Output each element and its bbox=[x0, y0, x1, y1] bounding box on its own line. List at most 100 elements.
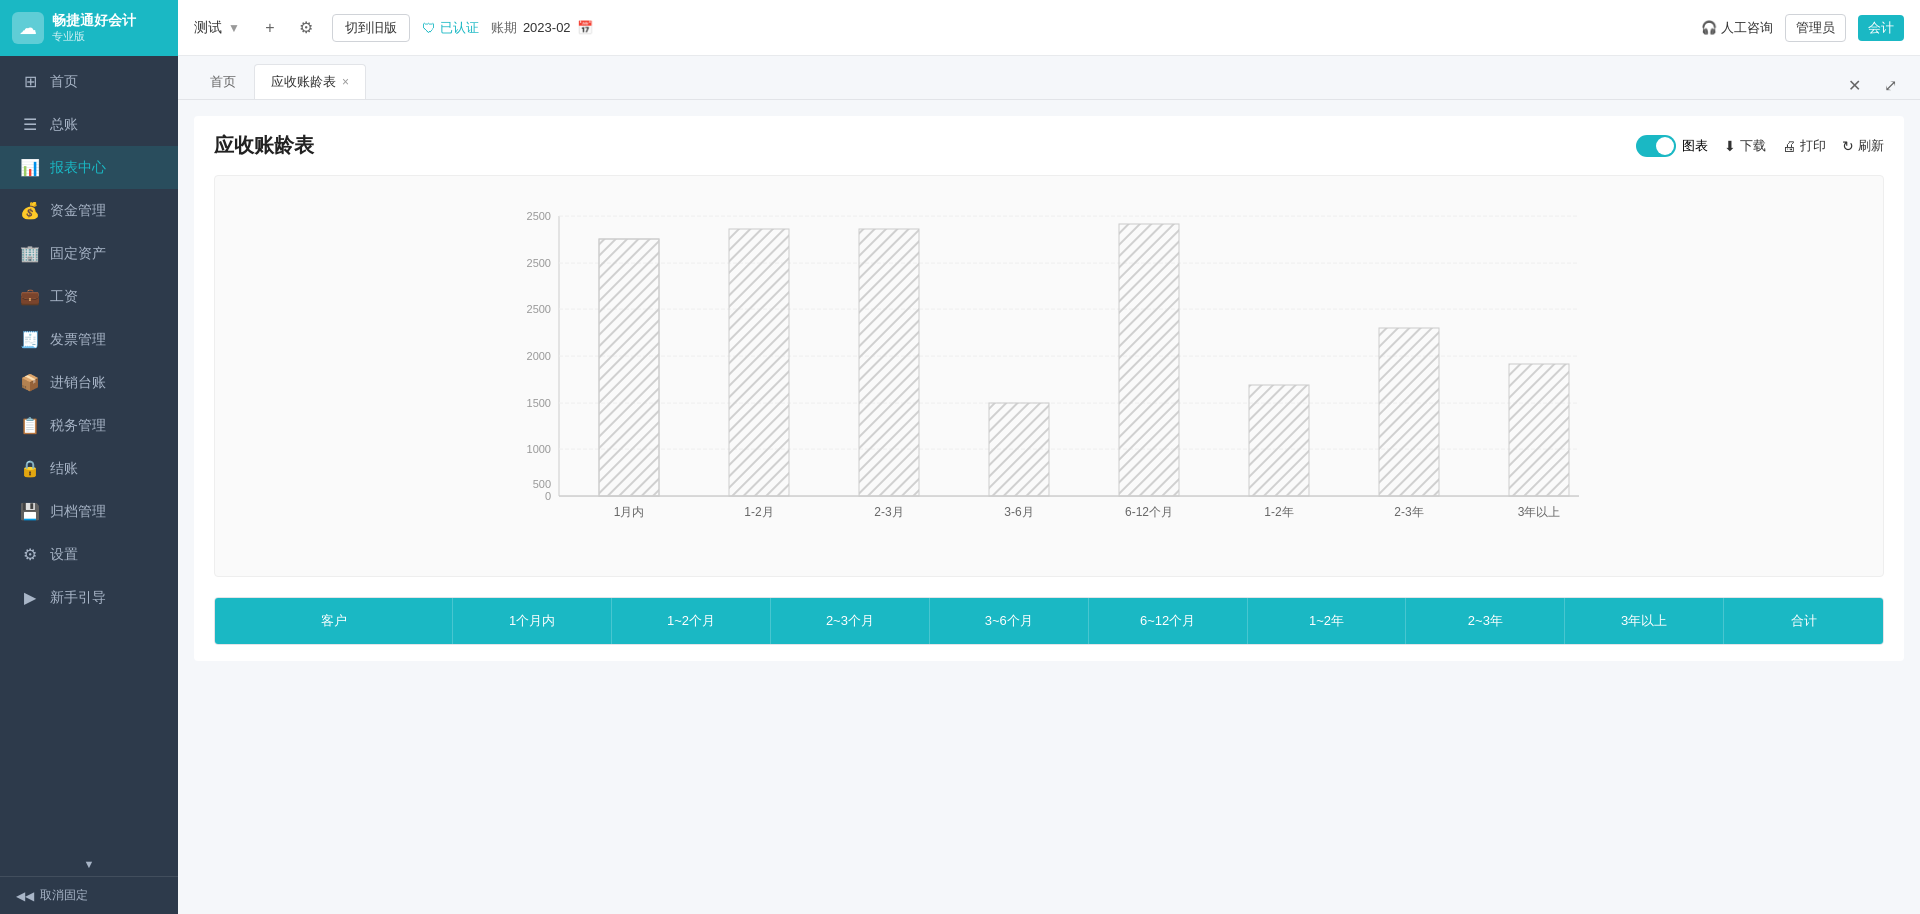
period-label: 账期 bbox=[491, 19, 517, 37]
bar-12year-rect bbox=[1249, 385, 1309, 496]
table-area: 客户 1个月内 1~2个月 2~3个月 3~6个月 6~12个月 1~2年 2~… bbox=[214, 597, 1884, 645]
download-icon: ⬇ bbox=[1724, 138, 1736, 154]
svg-text:2-3年: 2-3年 bbox=[1394, 505, 1423, 519]
sidebar: ☁ 畅捷通好会计 专业版 ⊞ 首页 ☰ 总账 📊 报表中心 💰 资金管理 🏢 固… bbox=[0, 0, 178, 914]
switch-old-version-button[interactable]: 切到旧版 bbox=[332, 14, 410, 42]
sidebar-item-label: 进销台账 bbox=[50, 374, 106, 392]
sidebar-scroll-down[interactable]: ▼ bbox=[0, 852, 178, 876]
chart-area: 2500 2500 2500 2000 1500 1000 500 0 bbox=[214, 175, 1884, 577]
period-selector[interactable]: 账期 2023-02 📅 bbox=[491, 19, 593, 37]
funds-icon: 💰 bbox=[20, 201, 40, 220]
sidebar-item-label: 首页 bbox=[50, 73, 78, 91]
svg-text:500: 500 bbox=[533, 478, 551, 490]
sidebar-nav: ⊞ 首页 ☰ 总账 📊 报表中心 💰 资金管理 🏢 固定资产 💼 工资 🧾 发票… bbox=[0, 56, 178, 852]
sidebar-item-label: 新手引导 bbox=[50, 589, 106, 607]
sidebar-item-archive[interactable]: 💾 归档管理 bbox=[0, 490, 178, 533]
consult-button[interactable]: 🎧 人工咨询 bbox=[1701, 19, 1773, 37]
sidebar-item-guide[interactable]: ▶ 新手引导 bbox=[0, 576, 178, 619]
sidebar-item-funds[interactable]: 💰 资金管理 bbox=[0, 189, 178, 232]
report-container: 应收账龄表 图表 ⬇ 下载 🖨 打印 ↻ bbox=[194, 116, 1904, 661]
add-button[interactable]: + bbox=[256, 14, 284, 42]
svg-text:6-12个月: 6-12个月 bbox=[1125, 505, 1173, 519]
print-label: 打印 bbox=[1800, 137, 1826, 155]
svg-text:1-2年: 1-2年 bbox=[1264, 505, 1293, 519]
sidebar-item-reports[interactable]: 📊 报表中心 bbox=[0, 146, 178, 189]
shield-icon: 🛡 bbox=[422, 20, 436, 36]
col-612month: 6~12个月 bbox=[1089, 598, 1248, 644]
col-customer: 客户 bbox=[215, 598, 453, 644]
cert-badge: 🛡 已认证 bbox=[422, 19, 479, 37]
svg-text:2000: 2000 bbox=[527, 350, 551, 362]
sidebar-item-label: 结账 bbox=[50, 460, 78, 478]
svg-text:1月内: 1月内 bbox=[614, 505, 645, 519]
wages-icon: 💼 bbox=[20, 287, 40, 306]
bar-23month-rect bbox=[859, 229, 919, 496]
tab-home[interactable]: 首页 bbox=[194, 65, 252, 99]
sidebar-item-ledger[interactable]: ☰ 总账 bbox=[0, 103, 178, 146]
sidebar-item-label: 工资 bbox=[50, 288, 78, 306]
col-12year: 1~2年 bbox=[1248, 598, 1407, 644]
sidebar-item-home[interactable]: ⊞ 首页 bbox=[0, 60, 178, 103]
svg-text:0: 0 bbox=[545, 490, 551, 502]
main-area: 测试 ▼ + ⚙ 切到旧版 🛡 已认证 账期 2023-02 📅 🎧 人工咨询 … bbox=[178, 0, 1920, 914]
table-header: 客户 1个月内 1~2个月 2~3个月 3~6个月 6~12个月 1~2年 2~… bbox=[215, 598, 1883, 644]
sidebar-item-wages[interactable]: 💼 工资 bbox=[0, 275, 178, 318]
svg-text:2500: 2500 bbox=[527, 257, 551, 269]
sidebar-item-settings[interactable]: ⚙ 设置 bbox=[0, 533, 178, 576]
app-edition: 专业版 bbox=[52, 29, 136, 44]
sidebar-item-tax[interactable]: 📋 税务管理 bbox=[0, 404, 178, 447]
admin-button[interactable]: 管理员 bbox=[1785, 14, 1846, 42]
download-button[interactable]: ⬇ 下载 bbox=[1724, 137, 1766, 155]
bar-chart: 2500 2500 2500 2000 1500 1000 500 0 bbox=[235, 196, 1863, 556]
svg-text:3年以上: 3年以上 bbox=[1518, 505, 1561, 519]
guide-icon: ▶ bbox=[20, 588, 40, 607]
download-label: 下载 bbox=[1740, 137, 1766, 155]
svg-text:1-2月: 1-2月 bbox=[744, 505, 773, 519]
sidebar-item-label: 固定资产 bbox=[50, 245, 106, 263]
chart-toggle-label: 图表 bbox=[1682, 137, 1708, 155]
cancel-pin-button[interactable]: ◀◀ 取消固定 bbox=[0, 876, 178, 914]
settings-icon: ⚙ bbox=[20, 545, 40, 564]
cert-label: 已认证 bbox=[440, 19, 479, 37]
reports-icon: 📊 bbox=[20, 158, 40, 177]
col-23year: 2~3年 bbox=[1406, 598, 1565, 644]
svg-text:1500: 1500 bbox=[527, 397, 551, 409]
settle-icon: 🔒 bbox=[20, 459, 40, 478]
close-icon[interactable]: × bbox=[342, 75, 349, 89]
settings-button[interactable]: ⚙ bbox=[292, 14, 320, 42]
workspace-selector[interactable]: 测试 ▼ bbox=[194, 19, 240, 37]
col-36month: 3~6个月 bbox=[930, 598, 1089, 644]
sidebar-item-label: 报表中心 bbox=[50, 159, 106, 177]
page-content: 应收账龄表 图表 ⬇ 下载 🖨 打印 ↻ bbox=[178, 100, 1920, 914]
print-icon: 🖨 bbox=[1782, 138, 1796, 154]
chevron-down-icon: ▼ bbox=[228, 21, 240, 35]
sidebar-item-settle[interactable]: 🔒 结账 bbox=[0, 447, 178, 490]
consult-label: 人工咨询 bbox=[1721, 19, 1773, 37]
period-value: 2023-02 bbox=[523, 20, 571, 35]
sidebar-item-sales[interactable]: 📦 进销台账 bbox=[0, 361, 178, 404]
tabbar-right: ✕ ⤢ bbox=[1840, 71, 1904, 99]
tab-aging-report[interactable]: 应收账龄表 × bbox=[254, 64, 366, 99]
tab-expand-button[interactable]: ⤢ bbox=[1876, 71, 1904, 99]
sidebar-item-label: 资金管理 bbox=[50, 202, 106, 220]
toggle-switch[interactable] bbox=[1636, 135, 1676, 157]
refresh-button[interactable]: ↻ 刷新 bbox=[1842, 137, 1884, 155]
chart-toggle[interactable]: 图表 bbox=[1636, 135, 1708, 157]
print-button[interactable]: 🖨 打印 bbox=[1782, 137, 1826, 155]
cancel-pin-label: 取消固定 bbox=[40, 887, 88, 904]
sidebar-item-invoices[interactable]: 🧾 发票管理 bbox=[0, 318, 178, 361]
app-name: 畅捷通好会计 bbox=[52, 12, 136, 29]
role-button[interactable]: 会计 bbox=[1858, 15, 1904, 41]
bar-36month-rect bbox=[989, 403, 1049, 496]
bar-12month-rect bbox=[729, 229, 789, 496]
bar-612month-rect bbox=[1119, 224, 1179, 496]
workspace-name: 测试 bbox=[194, 19, 222, 37]
tab-close-all-button[interactable]: ✕ bbox=[1840, 71, 1868, 99]
refresh-icon: ↻ bbox=[1842, 138, 1854, 154]
tab-aging-label: 应收账龄表 bbox=[271, 73, 336, 91]
svg-text:2500: 2500 bbox=[527, 303, 551, 315]
sidebar-item-assets[interactable]: 🏢 固定资产 bbox=[0, 232, 178, 275]
bar-1month-rect bbox=[599, 239, 659, 496]
tabbar: 首页 应收账龄表 × ✕ ⤢ bbox=[178, 56, 1920, 100]
assets-icon: 🏢 bbox=[20, 244, 40, 263]
